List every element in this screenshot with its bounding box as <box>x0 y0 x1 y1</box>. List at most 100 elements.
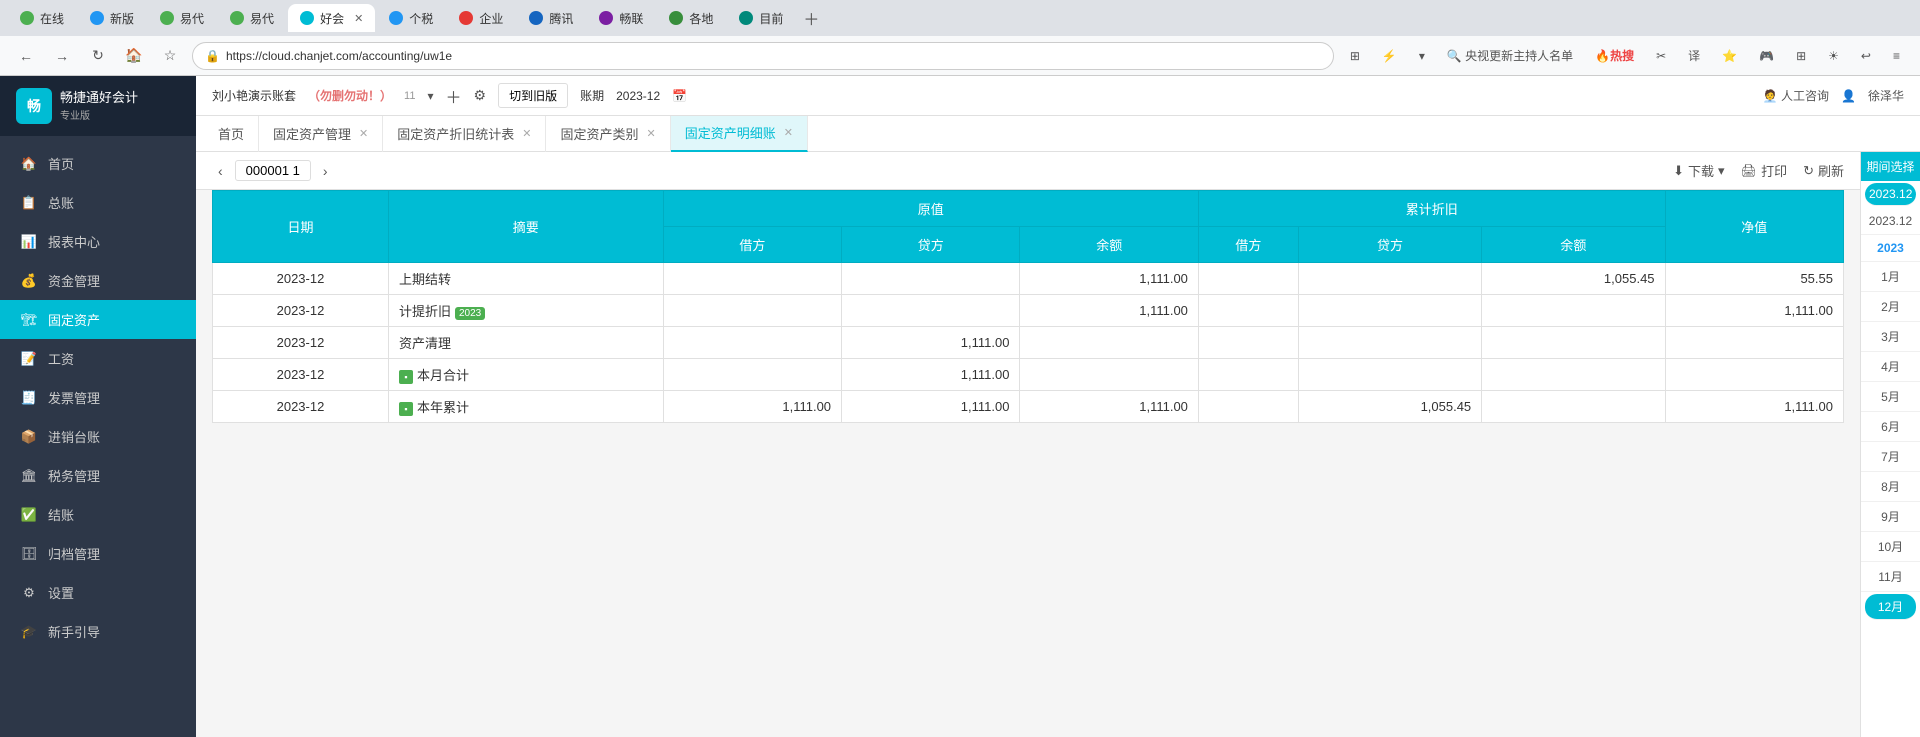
period-item[interactable]: 6月 <box>1861 412 1920 442</box>
topbar-calendar-icon[interactable]: 📅 <box>672 89 687 103</box>
new-tab-button[interactable]: ＋ <box>797 4 825 32</box>
refresh-button[interactable]: ↻ 刷新 <box>1803 161 1844 180</box>
cell-orig-credit: 1,111.00 <box>842 391 1020 423</box>
lightning-icon[interactable]: ⚡ <box>1374 45 1405 67</box>
period-item[interactable]: 9月 <box>1861 502 1920 532</box>
qr-icon[interactable]: ⊞ <box>1342 45 1368 67</box>
browser-tab[interactable]: 易代 <box>218 4 286 32</box>
star-icon[interactable]: ⭐ <box>1714 45 1745 67</box>
period-item[interactable]: 8月 <box>1861 472 1920 502</box>
sidebar-item-label: 新手引导 <box>48 622 100 641</box>
period-item[interactable]: 3月 <box>1861 322 1920 352</box>
topbar-add[interactable]: ＋ <box>445 84 461 108</box>
page-tab-固定资产明细账[interactable]: 固定资产明细账✕ <box>671 116 808 152</box>
sidebar-item-总账[interactable]: 📋总账 <box>0 183 196 222</box>
period-item[interactable]: 7月 <box>1861 442 1920 472</box>
menu-icon[interactable]: ≡ <box>1885 45 1908 67</box>
browser-tab[interactable]: 易代 <box>148 4 216 32</box>
browser-tab[interactable]: 腾讯 <box>517 4 585 32</box>
tab-close-icon[interactable]: ✕ <box>522 127 531 140</box>
browser-tab[interactable]: 企业 <box>447 4 515 32</box>
browser-tab[interactable]: 目前 <box>727 4 795 32</box>
col-accumulated: 累计折旧 <box>1198 191 1665 227</box>
search-icon[interactable]: 🔍 央视更新主持人名单 <box>1439 43 1581 68</box>
download-arrow: ▾ <box>1718 163 1725 179</box>
period-item[interactable]: 2023.12 <box>1861 208 1920 235</box>
period-item[interactable]: 11月 <box>1861 562 1920 592</box>
period-item[interactable]: 4月 <box>1861 352 1920 382</box>
print-icon: 🖨 <box>1741 163 1758 179</box>
cell-accum-credit <box>1298 263 1481 295</box>
back-button[interactable]: ← <box>12 42 40 70</box>
browser-tab[interactable]: 在线 <box>8 4 76 32</box>
next-page-button[interactable]: › <box>317 161 334 181</box>
sidebar-item-资金管理[interactable]: 💰资金管理 <box>0 261 196 300</box>
period-item[interactable]: 12月 <box>1865 594 1916 620</box>
page-tab-固定资产折旧统计表[interactable]: 固定资产折旧统计表✕ <box>383 116 546 152</box>
sun-icon[interactable]: ☀ <box>1820 45 1847 67</box>
forward-button[interactable]: → <box>48 42 76 70</box>
cell-accum-debit <box>1198 263 1298 295</box>
sidebar-item-固定资产[interactable]: 🏗固定资产 <box>0 300 196 339</box>
period-item[interactable]: 10月 <box>1861 532 1920 562</box>
address-bar[interactable]: 🔒 https://cloud.chanjet.com/accounting/u… <box>192 42 1334 70</box>
topbar-service-btn[interactable]: 🧑‍💼 人工咨询 <box>1763 87 1829 104</box>
sidebar-item-工资[interactable]: 📝工资 <box>0 339 196 378</box>
page-tab-固定资产管理[interactable]: 固定资产管理✕ <box>259 116 383 152</box>
cell-orig-debit <box>663 327 841 359</box>
switch-version-button[interactable]: 切到旧版 <box>498 83 568 108</box>
page-tab-固定资产类别[interactable]: 固定资产类别 ✕ <box>546 116 670 152</box>
sidebar-item-归档管理[interactable]: 🗄归档管理 <box>0 534 196 573</box>
sidebar-item-报表中心[interactable]: 📊报表中心 <box>0 222 196 261</box>
sidebar-icon: ✅ <box>20 506 38 524</box>
print-button[interactable]: 🖨 打印 <box>1741 161 1788 180</box>
page-tab-label: 固定资产类别 <box>560 124 638 143</box>
sidebar-item-新手引导[interactable]: 🎓新手引导 <box>0 612 196 651</box>
row-type-icon: ▪ <box>399 402 413 416</box>
download-button[interactable]: ⬇ 下载 ▾ <box>1673 161 1724 180</box>
cell-date: 2023-12 <box>213 327 389 359</box>
ledger-table-wrap: 日期 摘要 原值 累计折旧 净值 借方 贷方 余额 借方 <box>196 190 1860 439</box>
tab-close-icon[interactable]: ✕ <box>359 127 368 140</box>
topbar-dropdown[interactable]: ▾ <box>427 89 433 103</box>
period-item[interactable]: 1月 <box>1861 262 1920 292</box>
period-item[interactable]: 2023 <box>1861 235 1920 262</box>
browser-tab[interactable]: 畅联 <box>587 4 655 32</box>
tab-close-icon[interactable]: ✕ <box>784 126 793 139</box>
period-item[interactable]: 2023.12 <box>1865 183 1916 206</box>
cell-orig-credit: 1,111.00 <box>842 359 1020 391</box>
dropdown-icon[interactable]: ▾ <box>1411 45 1433 67</box>
scissors-icon[interactable]: ✂ <box>1648 45 1674 67</box>
sidebar-item-发票管理[interactable]: 🧾发票管理 <box>0 378 196 417</box>
sidebar-item-税务管理[interactable]: 🏛税务管理 <box>0 456 196 495</box>
grid-icon[interactable]: ⊞ <box>1788 45 1814 67</box>
browser-tab[interactable]: 好会✕ <box>288 4 375 32</box>
prev-page-button[interactable]: ‹ <box>212 161 229 181</box>
topbar-right: 🧑‍💼 人工咨询 👤 徐泽华 <box>1763 87 1904 104</box>
reload-button[interactable]: ↻ <box>84 42 112 70</box>
tab-close-icon[interactable]: ✕ <box>647 127 656 140</box>
hot-search-button[interactable]: 🔥热搜 <box>1587 43 1642 68</box>
browser-tab[interactable]: 个税 <box>377 4 445 32</box>
sidebar-item-设置[interactable]: ⚙设置 <box>0 573 196 612</box>
period-item[interactable]: 5月 <box>1861 382 1920 412</box>
sidebar-item-label: 首页 <box>48 154 74 173</box>
browser-tab[interactable]: 新版 <box>78 4 146 32</box>
sidebar-item-进销台账[interactable]: 📦进销台账 <box>0 417 196 456</box>
undo-icon[interactable]: ↩ <box>1853 45 1879 67</box>
topbar-period-value: 2023-12 <box>616 89 660 103</box>
bookmark-button[interactable]: ☆ <box>156 42 184 70</box>
sidebar-item-首页[interactable]: 🏠首页 <box>0 144 196 183</box>
col-accum-credit: 贷方 <box>1298 227 1481 263</box>
translate-icon[interactable]: 译 <box>1680 43 1708 68</box>
sidebar-item-结账[interactable]: ✅结账 <box>0 495 196 534</box>
cell-date: 2023-12 <box>213 359 389 391</box>
page-number-display[interactable]: 000001 1 <box>235 160 311 181</box>
page-tabs: 首页固定资产管理✕固定资产折旧统计表✕固定资产类别✕固定资产明细账✕ <box>196 116 1920 152</box>
page-tab-首页[interactable]: 首页 <box>204 116 259 152</box>
browser-tab[interactable]: 各地 <box>657 4 725 32</box>
topbar-settings[interactable]: ⚙ <box>474 87 487 104</box>
home-button[interactable]: 🏠 <box>120 42 148 70</box>
game-icon[interactable]: 🎮 <box>1751 45 1782 67</box>
period-item[interactable]: 2月 <box>1861 292 1920 322</box>
